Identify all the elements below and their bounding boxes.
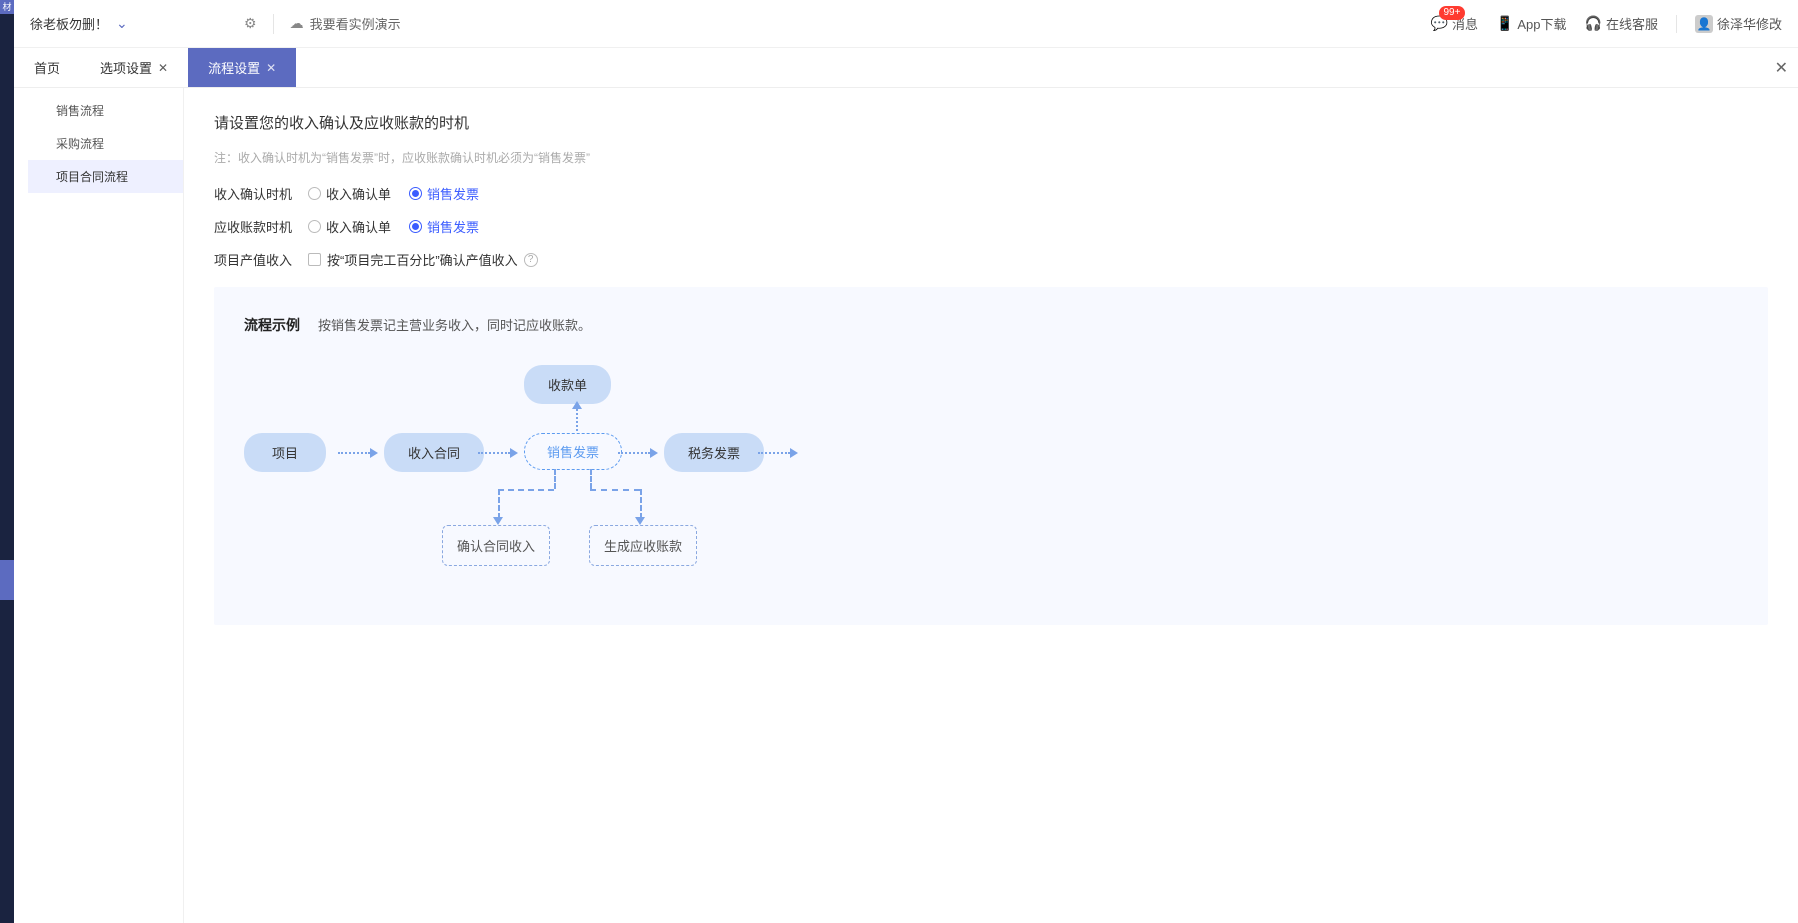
org-selector[interactable]: 徐老板勿删！ ⌄	[30, 14, 240, 33]
badge-count: 99+	[1439, 6, 1466, 20]
node-generate-ar: 生成应收账款	[589, 525, 697, 566]
node-tax-invoice: 税务发票	[664, 433, 764, 472]
arrow-up-icon	[572, 401, 582, 431]
online-service-button[interactable]: 🎧 在线客服	[1585, 14, 1658, 33]
tab-label: 首页	[34, 58, 60, 77]
body: 销售流程 采购流程 项目合同流程 请设置您的收入确认及应收账款的时机 注：收入确…	[28, 88, 1798, 923]
online-service-label: 在线客服	[1606, 14, 1658, 33]
close-icon[interactable]: ✕	[158, 61, 168, 75]
radio-sales-invoice[interactable]: 销售发票	[409, 217, 479, 236]
tab-label: 选项设置	[100, 58, 152, 77]
checkbox-icon	[308, 253, 321, 266]
divider	[1676, 15, 1677, 33]
card-desc: 按销售发票记主营业务收入，同时记应收账款。	[318, 315, 591, 334]
org-name: 徐老板勿删！	[30, 14, 108, 33]
arrow-icon	[618, 448, 658, 458]
flow-diagram: 收款单 项目 收入合同 销售发票 税务发票 确认合同收入 生成应收账款	[244, 365, 1738, 585]
radio-icon	[308, 187, 321, 200]
radio-icon	[409, 220, 422, 233]
tab-flow-settings[interactable]: 流程设置 ✕	[188, 48, 296, 87]
radio-label: 收入确认单	[326, 184, 391, 203]
headset-icon: 🎧	[1585, 15, 1602, 32]
radio-income-confirm-doc[interactable]: 收入确认单	[308, 184, 391, 203]
sub-sidebar: 销售流程 采购流程 项目合同流程	[28, 88, 184, 923]
node-project: 项目	[244, 433, 326, 472]
app-download-label: App下载	[1517, 14, 1566, 33]
messages-button[interactable]: 99+ 💬 消息	[1431, 14, 1478, 33]
checkbox-label: 按“项目完工百分比”确认产值收入	[327, 250, 518, 269]
divider	[273, 14, 274, 34]
radio-icon	[308, 220, 321, 233]
tab-home[interactable]: 首页	[14, 48, 80, 87]
flow-example-card: 流程示例 按销售发票记主营业务收入，同时记应收账款。 收款单 项目 收入合同 销…	[214, 287, 1768, 625]
app-strip-marker	[0, 560, 14, 600]
content-area: 请设置您的收入确认及应收账款的时机 注：收入确认时机为“销售发票”时，应收账款确…	[184, 88, 1798, 923]
radio-sales-invoice[interactable]: 销售发票	[409, 184, 479, 203]
app-download-button[interactable]: 📱 App下载	[1496, 14, 1567, 33]
left-app-strip: 材	[0, 0, 14, 923]
phone-icon: 📱	[1496, 15, 1513, 32]
node-receipt: 收款单	[524, 365, 611, 404]
page-title: 请设置您的收入确认及应收账款的时机	[214, 112, 1768, 133]
ar-timing-row: 应收账款时机 收入确认单 销售发票	[214, 217, 1768, 236]
row-label: 收入确认时机	[214, 184, 294, 203]
radio-label: 收入确认单	[326, 217, 391, 236]
note-text: 注：收入确认时机为“销售发票”时，应收账款确认时机必须为“销售发票”	[214, 149, 1768, 166]
checkbox-percentage-completion[interactable]: 按“项目完工百分比”确认产值收入 ?	[308, 250, 538, 269]
income-confirm-timing-row: 收入确认时机 收入确认单 销售发票	[214, 184, 1768, 203]
row-label: 应收账款时机	[214, 217, 294, 236]
close-all-tabs-icon[interactable]: ✕	[1775, 58, 1788, 78]
node-sales-invoice: 销售发票	[524, 433, 622, 470]
node-confirm-income: 确认合同收入	[442, 525, 550, 566]
cloud-icon: ☁	[290, 15, 304, 32]
top-header: 徐老板勿删！ ⌄ ⚙ ☁ 我要看实例演示 99+ 💬 消息 📱 App下载 🎧 …	[14, 0, 1798, 48]
tab-label: 流程设置	[208, 58, 260, 77]
demo-link-label: 我要看实例演示	[310, 14, 401, 33]
radio-icon	[409, 187, 422, 200]
arrow-icon	[338, 448, 378, 458]
gear-icon[interactable]: ⚙	[244, 15, 257, 32]
radio-income-confirm-doc[interactable]: 收入确认单	[308, 217, 391, 236]
avatar-icon: 👤	[1695, 15, 1713, 33]
row-label: 项目产值收入	[214, 250, 294, 269]
arrow-icon	[478, 448, 518, 458]
user-name: 徐泽华修改	[1717, 14, 1782, 33]
node-income-contract: 收入合同	[384, 433, 484, 472]
close-icon[interactable]: ✕	[266, 61, 276, 75]
app-strip-icon: 材	[0, 0, 14, 14]
header-right: 99+ 💬 消息 📱 App下载 🎧 在线客服 👤 徐泽华修改	[1431, 14, 1783, 33]
demo-link[interactable]: ☁ 我要看实例演示	[290, 14, 401, 33]
user-menu[interactable]: 👤 徐泽华修改	[1695, 14, 1782, 33]
tab-options-settings[interactable]: 选项设置 ✕	[80, 48, 188, 87]
sidebar-item-sales-flow[interactable]: 销售流程	[28, 94, 183, 127]
card-title: 流程示例	[244, 315, 300, 335]
radio-group: 收入确认单 销售发票	[308, 184, 479, 203]
tabs-bar: 首页 选项设置 ✕ 流程设置 ✕ ✕	[14, 48, 1798, 88]
chevron-down-icon: ⌄	[116, 15, 128, 32]
sidebar-item-project-contract-flow[interactable]: 项目合同流程	[28, 160, 183, 193]
radio-group: 收入确认单 销售发票	[308, 217, 479, 236]
sidebar-item-purchase-flow[interactable]: 采购流程	[28, 127, 183, 160]
project-output-row: 项目产值收入 按“项目完工百分比”确认产值收入 ?	[214, 250, 1768, 269]
radio-label: 销售发票	[427, 184, 479, 203]
card-header: 流程示例 按销售发票记主营业务收入，同时记应收账款。	[244, 315, 1738, 335]
arrow-icon	[758, 448, 798, 458]
radio-label: 销售发票	[427, 217, 479, 236]
help-icon[interactable]: ?	[524, 253, 538, 267]
